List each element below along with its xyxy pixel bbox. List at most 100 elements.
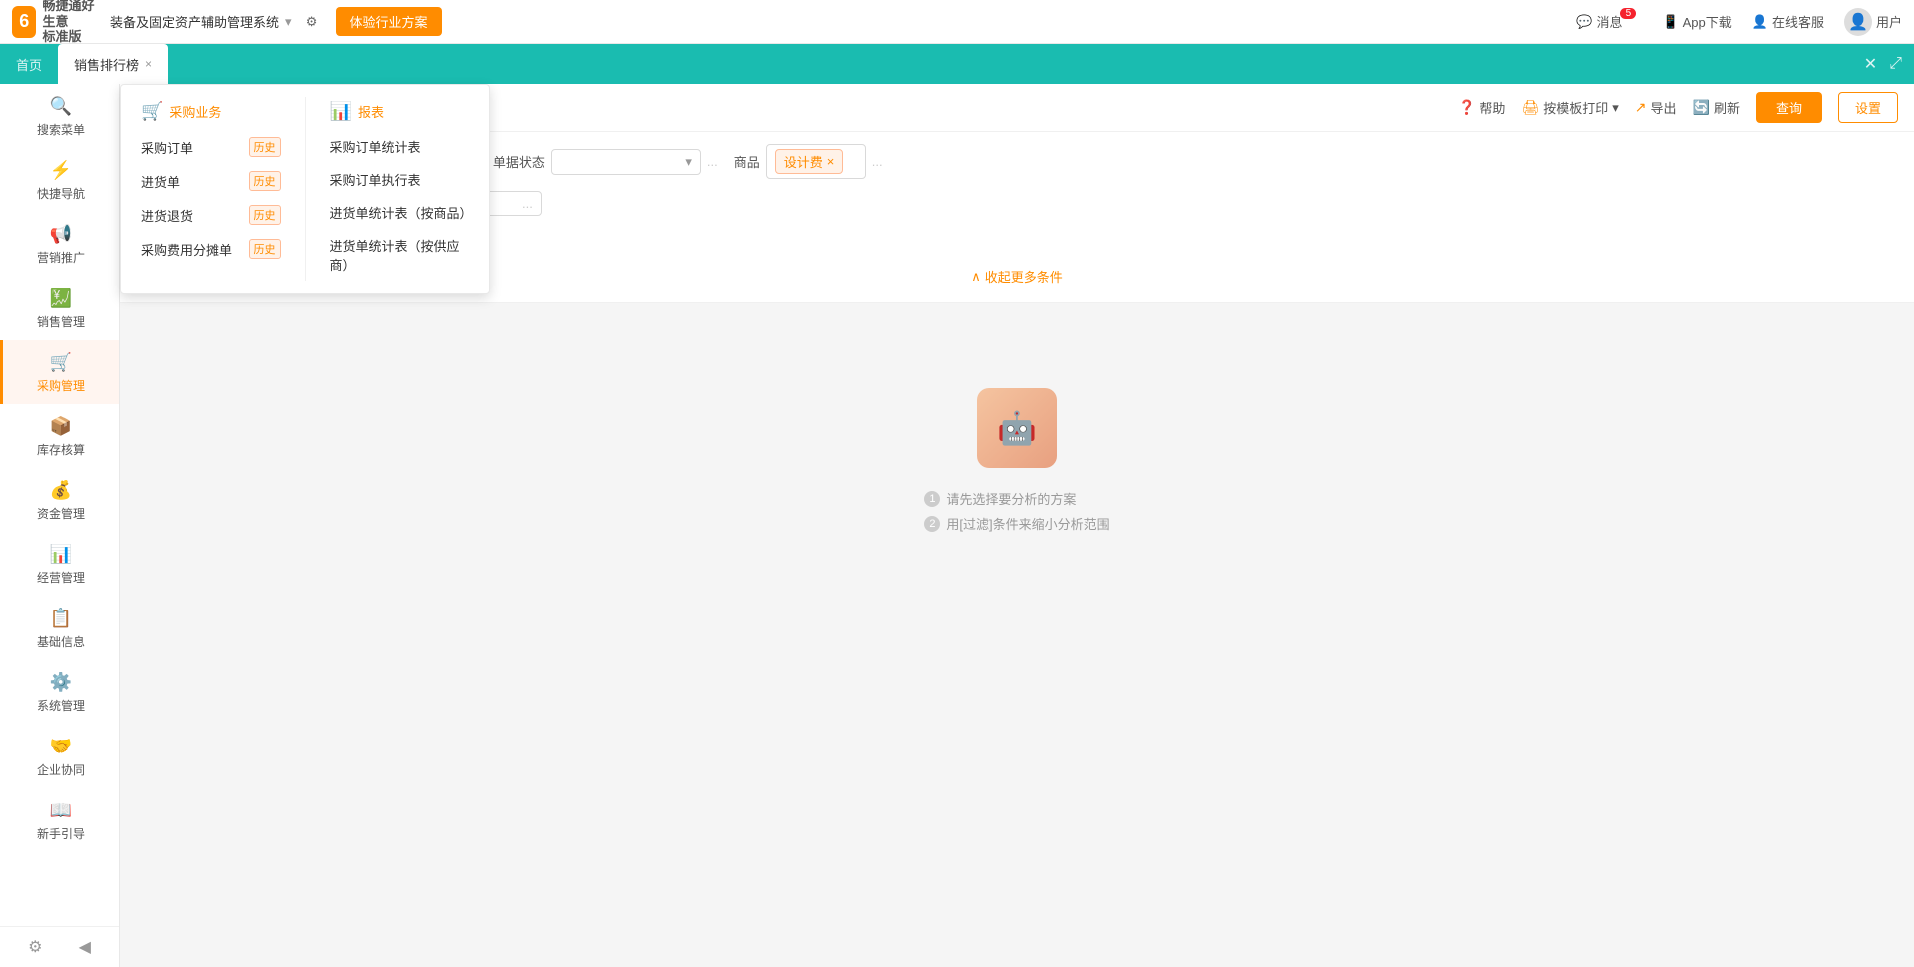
- goods-label: 商品: [734, 152, 760, 171]
- sidebar-item-base[interactable]: 📋 基础信息: [0, 596, 119, 660]
- tab-home-label: 首页: [16, 55, 42, 74]
- dropdown-item-purchase-order[interactable]: 采购订单 历史: [133, 130, 289, 164]
- setting-button[interactable]: 设置: [1838, 92, 1898, 123]
- topbar: 6 畅捷通好生意 标准版 装备及固定资产辅助管理系统 ▾ ⚙ 体验行业方案 💬 …: [0, 0, 1914, 44]
- message-btn[interactable]: 💬 消息 5: [1576, 12, 1642, 31]
- tip-text-1: 请先选择要分析的方案: [946, 489, 1076, 508]
- report-col-label: 报表: [358, 102, 384, 121]
- empty-tip-1: 1 请先选择要分析的方案: [924, 489, 1109, 508]
- dropdown-item-stock-in[interactable]: 进货单 历史: [133, 164, 289, 198]
- refresh-btn[interactable]: 🔄 刷新: [1693, 98, 1740, 117]
- sidebar-label-sales: 销售管理: [37, 313, 85, 330]
- goods-tag: 设计费 ×: [775, 149, 844, 174]
- purchase-order-label: 采购订单: [141, 138, 193, 157]
- status-input[interactable]: ▾: [551, 149, 701, 175]
- sidebar-item-finance[interactable]: 💰 资金管理: [0, 468, 119, 532]
- sidebar-item-purchase[interactable]: 🛒 采购管理: [0, 340, 119, 404]
- tab-expand-icon[interactable]: ⤢: [1889, 55, 1902, 73]
- sidebar-item-sales[interactable]: 💹 销售管理: [0, 276, 119, 340]
- print-label: 按模板打印: [1543, 98, 1608, 117]
- settings-icon[interactable]: ⚙: [298, 8, 326, 36]
- sidebar-item-operations[interactable]: 📊 经营管理: [0, 532, 119, 596]
- logo-text1: 畅捷通好生意: [42, 0, 102, 29]
- status-ellipsis: ...: [707, 154, 718, 169]
- purchase-order-stats-label: 采购订单统计表: [330, 137, 421, 156]
- dropdown-item-purchase-order-stats[interactable]: 采购订单统计表: [322, 130, 478, 163]
- message-badge: 5: [1620, 8, 1636, 19]
- dropdown-item-stock-stats-supplier[interactable]: 进货单统计表（按供应商）: [322, 229, 478, 281]
- industry-btn[interactable]: 体验行业方案: [336, 7, 442, 36]
- purchase-fee-label: 采购费用分摊单: [141, 240, 232, 259]
- export-icon: ↗: [1635, 99, 1647, 116]
- app-download-btn[interactable]: 📱 App下载: [1662, 12, 1731, 31]
- collapse-btn[interactable]: ∧ 收起更多条件: [971, 267, 1063, 286]
- sidebar-label-finance: 资金管理: [37, 505, 85, 522]
- refresh-icon: 🔄: [1693, 99, 1710, 116]
- filter-status: 单据状态 ▾ ...: [493, 149, 718, 175]
- sidebar-item-search[interactable]: 🔍 搜索菜单: [0, 84, 119, 148]
- user-label: 用户: [1876, 12, 1902, 31]
- sidebar-item-system[interactable]: ⚙️ 系统管理: [0, 660, 119, 724]
- goods-input[interactable]: 设计费 ×: [766, 144, 866, 179]
- goods-tag-close[interactable]: ×: [827, 154, 835, 169]
- user-btn[interactable]: 👤 用户: [1844, 8, 1902, 36]
- base-icon: 📋: [50, 608, 72, 629]
- empty-area: 🤖 1 请先选择要分析的方案 2 用[过滤]条件来缩小分析范围: [120, 303, 1914, 613]
- goods-ellipsis: ...: [872, 154, 883, 169]
- cooperation-icon: 🤝: [50, 736, 72, 757]
- system-selector[interactable]: 装备及固定资产辅助管理系统 ▾: [110, 12, 292, 31]
- export-btn[interactable]: ↗ 导出: [1635, 98, 1677, 117]
- sidebar-label-system: 系统管理: [37, 697, 85, 714]
- tabbar-actions: ✕ ⤢: [1864, 54, 1914, 74]
- sidebar-item-nav[interactable]: ⚡ 快捷导航: [0, 148, 119, 212]
- refresh-label: 刷新: [1714, 98, 1740, 117]
- tab-home[interactable]: 首页: [0, 44, 58, 84]
- marketing-icon: 📢: [50, 224, 72, 245]
- status-dropdown-icon: ▾: [685, 154, 692, 170]
- empty-tips: 1 请先选择要分析的方案 2 用[过滤]条件来缩小分析范围: [924, 489, 1109, 533]
- tip-num-1: 1: [924, 491, 940, 507]
- print-btn[interactable]: 🖨 按模板打印 ▾: [1521, 98, 1618, 117]
- sidebar-item-marketing[interactable]: 📢 营销推广: [0, 212, 119, 276]
- sidebar-settings-btn[interactable]: ⚙: [28, 937, 42, 957]
- sidebar-item-cooperation[interactable]: 🤝 企业协同: [0, 724, 119, 788]
- sidebar-label-guide: 新手引导: [37, 825, 85, 842]
- tab-close-icon[interactable]: ×: [145, 57, 152, 71]
- app-download-label: App下载: [1683, 12, 1732, 31]
- stock-return-hist: 历史: [249, 205, 281, 225]
- tip-num-2: 2: [924, 516, 940, 532]
- sidebar: 🔍 搜索菜单 ⚡ 快捷导航 📢 营销推广 💹 销售管理 🛒 采购管理 📦 库存核…: [0, 84, 120, 967]
- avatar: 👤: [1844, 8, 1872, 36]
- logo-icon: 6: [12, 6, 36, 38]
- tab-close-all-icon[interactable]: ✕: [1864, 54, 1877, 74]
- purchase-icon: 🛒: [50, 352, 72, 373]
- logo: 6 畅捷通好生意 标准版: [12, 0, 102, 45]
- purchase-fee-hist: 历史: [249, 239, 281, 259]
- salesman-ellipsis: ...: [522, 196, 533, 211]
- purchase-dropdown-menu: 🛒 采购业务 采购订单 历史 进货单 历史 进货退货 历史 采购费用分摊单 历史…: [120, 84, 490, 294]
- export-label: 导出: [1651, 98, 1677, 117]
- online-service-label: 在线客服: [1772, 12, 1824, 31]
- print-icon: 🖨: [1521, 99, 1539, 116]
- sidebar-label-inventory: 库存核算: [37, 441, 85, 458]
- sidebar-collapse-btn[interactable]: ◀: [79, 937, 91, 957]
- dropdown-purchase-col: 🛒 采购业务 采购订单 历史 进货单 历史 进货退货 历史 采购费用分摊单 历史: [121, 97, 301, 281]
- nav-icon: ⚡: [50, 160, 72, 181]
- tab-sales-rank[interactable]: 销售排行榜 ×: [58, 44, 168, 84]
- sidebar-item-guide[interactable]: 📖 新手引导: [0, 788, 119, 852]
- dropdown-item-stock-stats-goods[interactable]: 进货单统计表（按商品）: [322, 196, 478, 229]
- help-btn[interactable]: ❓ 帮助: [1458, 98, 1505, 117]
- stock-in-hist: 历史: [249, 171, 281, 191]
- dropdown-item-purchase-fee[interactable]: 采购费用分摊单 历史: [133, 232, 289, 266]
- query-button[interactable]: 查询: [1756, 92, 1822, 123]
- sidebar-item-inventory[interactable]: 📦 库存核算: [0, 404, 119, 468]
- tip-text-2: 用[过滤]条件来缩小分析范围: [946, 514, 1109, 533]
- dropdown-item-stock-return[interactable]: 进货退货 历史: [133, 198, 289, 232]
- help-label: 帮助: [1479, 98, 1505, 117]
- tabbar: 首页 销售排行榜 × ✕ ⤢: [0, 44, 1914, 84]
- system-name: 装备及固定资产辅助管理系统: [110, 12, 279, 31]
- online-service-btn[interactable]: 👤 在线客服: [1752, 12, 1824, 31]
- dropdown-item-purchase-order-exec[interactable]: 采购订单执行表: [322, 163, 478, 196]
- service-icon: 👤: [1752, 14, 1768, 30]
- purchase-order-hist: 历史: [249, 137, 281, 157]
